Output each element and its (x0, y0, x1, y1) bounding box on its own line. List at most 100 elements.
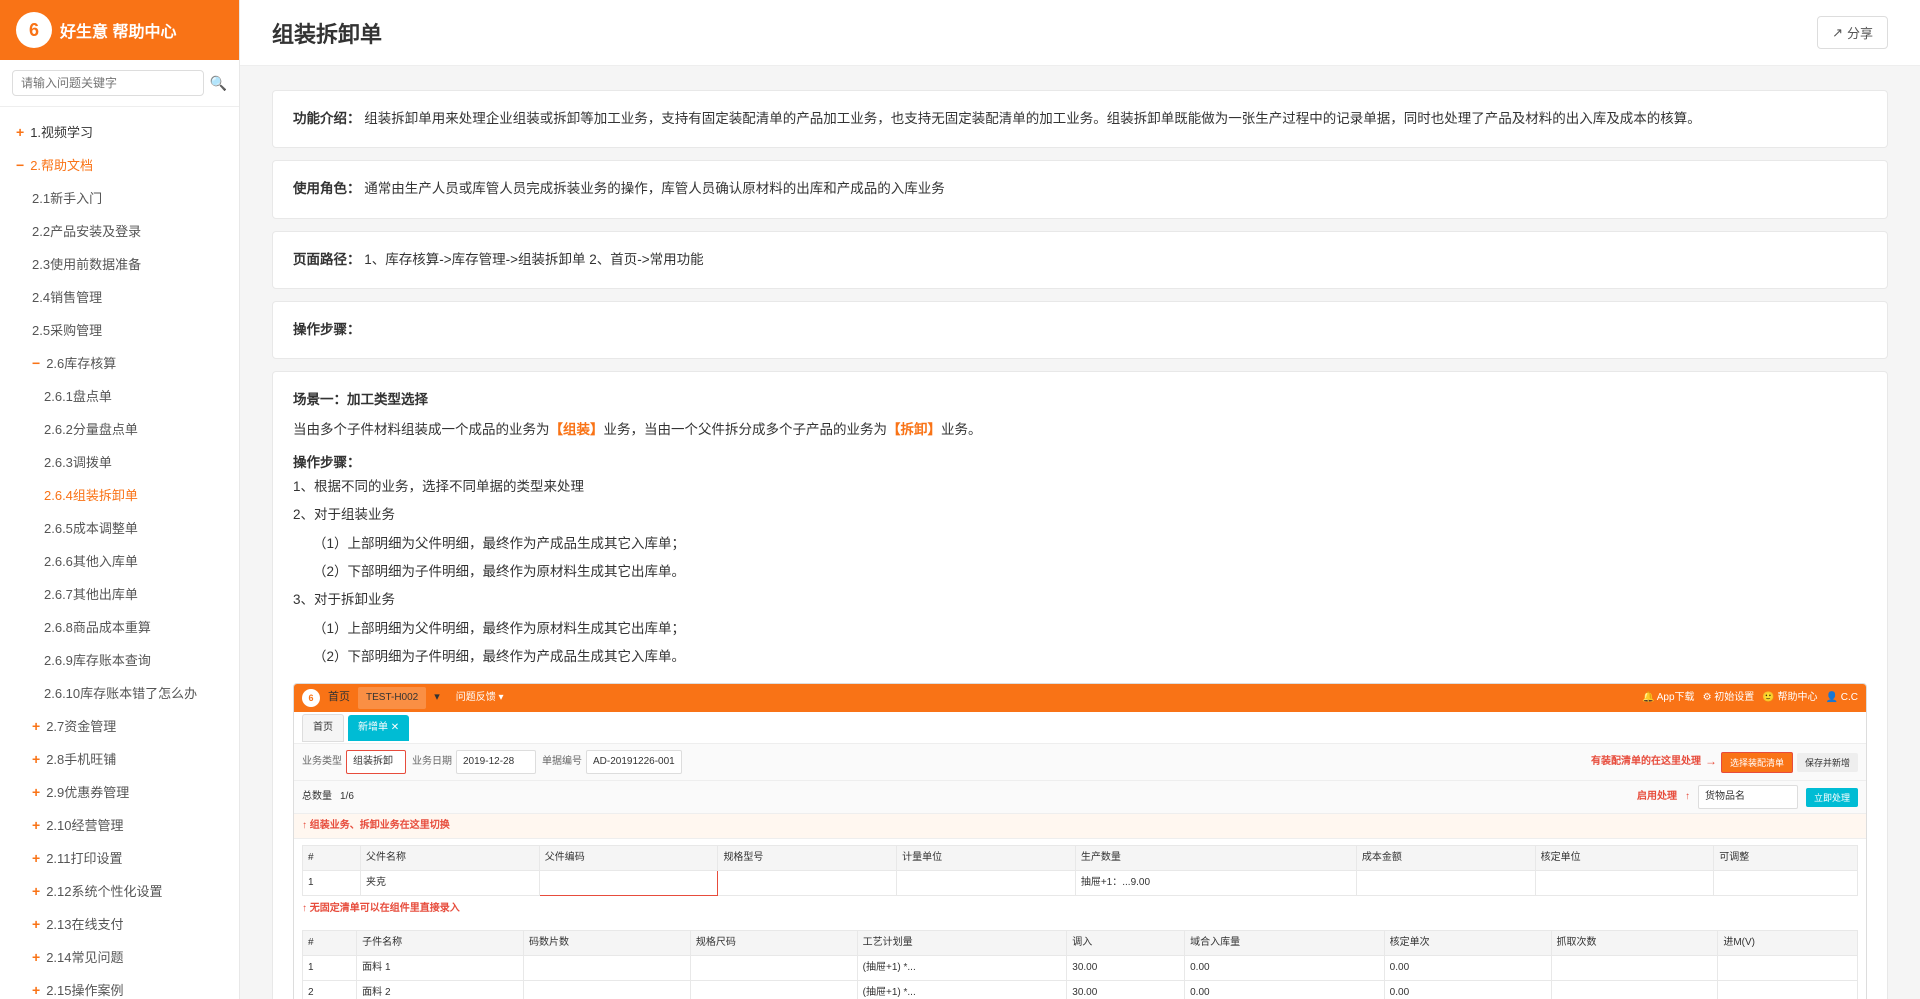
share-icon: ↗ (1832, 25, 1843, 41)
expand-icon: + (32, 718, 40, 734)
func-intro-label: 功能介绍： (293, 111, 361, 126)
nav-label: 2.6.1盘点单 (44, 386, 112, 405)
path-text: 页面路径： 1、库存核算->库存管理->组装拆卸单 2、首页->常用功能 (293, 248, 1867, 272)
mock-parent-table-section: # 父件名称 父件编码 规格型号 计量单位 生产数量 成本金额 核定单位 可调整 (294, 839, 1866, 924)
sidebar-item-inventory[interactable]: − 2.6库存核算 (0, 346, 239, 379)
sidebar-item-purchase[interactable]: 2.5采购管理 (0, 313, 239, 346)
sidebar-item-transfer[interactable]: 2.6.3调拨单 (0, 445, 239, 478)
mock-toolbar: 业务类型 组装拆卸 业务日期 2019-12-28 单据编号 AD-201912… (294, 744, 1866, 781)
sidebar-item-install[interactable]: 2.2产品安装及登录 (0, 214, 239, 247)
mock-parent-row-1: 1 夹克 抽屉+1：...9.00 (303, 871, 1858, 896)
main-content: 组装拆卸单 ↗ 分享 功能介绍： 组装拆卸单用来处理企业组装或拆卸等加工业务，支… (240, 0, 1920, 999)
mock-number-label: 单据编号 (542, 753, 582, 771)
th-parent-name: 父件名称 (361, 846, 540, 871)
sidebar-item-print[interactable]: + 2.11打印设置 (0, 841, 239, 874)
mock-tab-new[interactable]: 新增单 ✕ (348, 715, 409, 741)
mock-child-row-1: 1 面料 1 (抽屉+1) *... 30.00 0.00 0.00 (303, 956, 1858, 981)
mock-date-label: 业务日期 (412, 753, 452, 771)
expand-icon: + (32, 817, 40, 833)
mock-search-input[interactable]: 货物品名 (1698, 785, 1798, 809)
step2-1: （1）上部明细为父件明细，最终作为产成品生成其它入库单； (293, 532, 1867, 556)
share-button[interactable]: ↗ 分享 (1817, 16, 1888, 49)
annotation2-text: 启用处理 (1637, 788, 1677, 806)
sidebar-item-personalize[interactable]: + 2.12系统个性化设置 (0, 874, 239, 907)
mock-count-val: 1/6 (340, 788, 354, 806)
path-label: 页面路径： (293, 252, 361, 267)
th-qty: 生产数量 (1075, 846, 1356, 871)
mock-field-number: 单据编号 AD-20191226-001 (542, 750, 682, 774)
th-cost: 成本金额 (1356, 846, 1535, 871)
step3-1: （1）上部明细为父件明细，最终作为原材料生成其它出库单； (293, 617, 1867, 641)
topbar: 组装拆卸单 ↗ 分享 (240, 0, 1920, 66)
th-num: # (303, 846, 361, 871)
mock-tabs-bar: 首页 新增单 ✕ (294, 712, 1866, 744)
sidebar-item-sales[interactable]: 2.4销售管理 (0, 280, 239, 313)
func-intro-text: 功能介绍： 组装拆卸单用来处理企业组装或拆卸等加工业务，支持有固定装配清单的产品… (293, 107, 1867, 131)
sidebar-item-cost-adj[interactable]: 2.6.5成本调整单 (0, 511, 239, 544)
mock-parent-table-header: # 父件名称 父件编码 规格型号 计量单位 生产数量 成本金额 核定单位 可调整 (303, 846, 1858, 871)
th-unit-cost: 核定单位 (1535, 846, 1714, 871)
nav-label: 2.12系统个性化设置 (46, 881, 162, 900)
sidebar-item-faq[interactable]: + 2.14常见问题 (0, 940, 239, 973)
mock-count: 总数量 (302, 788, 332, 806)
sidebar-item-data-prep[interactable]: 2.3使用前数据准备 (0, 247, 239, 280)
annotation2-arrow: ↑ (1685, 788, 1690, 806)
sidebar-item-assembly[interactable]: 2.6.4组装拆卸单 (0, 478, 239, 511)
mock-type-label: 业务类型 (302, 753, 342, 771)
scene1-card: 场景一：加工类型选择 当由多个子件材料组装成一个成品的业务为【组装】业务，当由一… (272, 371, 1888, 999)
mock-logo-icon: 6 (302, 689, 320, 707)
nav-label: 2.6.2分量盘点单 (44, 419, 138, 438)
sidebar-item-mobile[interactable]: + 2.8手机旺铺 (0, 742, 239, 775)
sidebar-item-online-pay[interactable]: + 2.13在线支付 (0, 907, 239, 940)
nav-label: 2.6.6其他入库单 (44, 551, 138, 570)
sidebar-item-other-in[interactable]: 2.6.6其他入库单 (0, 544, 239, 577)
search-input[interactable] (12, 70, 204, 96)
sidebar-item-mgmt[interactable]: + 2.10经营管理 (0, 808, 239, 841)
sidebar-item-help-docs[interactable]: − 2.帮助文档 (0, 148, 239, 181)
mock-child-row-2: 2 面料 2 (抽屉+1) *... 30.00 0.00 0.00 (303, 981, 1858, 999)
nav-label: 2.14常见问题 (46, 947, 123, 966)
mock-date-input[interactable]: 2019-12-28 (456, 750, 536, 774)
nav-label: 2.4销售管理 (32, 287, 102, 306)
annotation1-text: 有装配清单的在这里处理 (1591, 753, 1701, 771)
role-content: 通常由生产人员或库管人员完成拆装业务的操作，库管人员确认原材料的出库和产成品的入… (364, 181, 945, 196)
step2-2: （2）下部明细为子件明细，最终作为原材料生成其它出库单。 (293, 560, 1867, 584)
sidebar-item-partial-stocktake[interactable]: 2.6.2分量盘点单 (0, 412, 239, 445)
role-label: 使用角色： (293, 181, 361, 196)
nav-label: 2.13在线支付 (46, 914, 123, 933)
expand-icon: + (32, 751, 40, 767)
sidebar-item-finance[interactable]: + 2.7资金管理 (0, 709, 239, 742)
mock-save-btn[interactable]: 保存并新增 (1797, 753, 1858, 772)
mock-select-btn[interactable]: 选择装配清单 (1721, 752, 1793, 773)
sidebar-item-cases[interactable]: + 2.15操作案例 (0, 973, 239, 999)
nav-label: 2.6.4组装拆卸单 (44, 485, 138, 504)
search-button[interactable]: 🔍 (210, 75, 227, 92)
th-parent-code: 父件编码 (539, 846, 718, 871)
collapse-icon: − (32, 355, 40, 371)
sidebar-item-coupon[interactable]: + 2.9优惠券管理 (0, 775, 239, 808)
path-card: 页面路径： 1、库存核算->库存管理->组装拆卸单 2、首页->常用功能 (272, 231, 1888, 289)
nav-label: 2.6.10库存账本错了怎么办 (44, 683, 197, 702)
nav-label: 2.11打印设置 (46, 848, 122, 867)
sidebar-item-cost-recalc[interactable]: 2.6.8商品成本重算 (0, 610, 239, 643)
mock-company: TEST-H002 (358, 687, 426, 709)
sidebar-item-ledger-fix[interactable]: 2.6.10库存账本错了怎么办 (0, 676, 239, 709)
screenshot-container: 6 首页 TEST-H002 ▾ 问题反馈 ▾ 🔔 App下载 ⚙ 初始设置 🙂… (293, 683, 1867, 999)
role-card: 使用角色： 通常由生产人员或库管人员完成拆装业务的操作，库管人员确认原材料的出库… (272, 160, 1888, 218)
search-box: 🔍 (0, 60, 239, 107)
mock-type-input[interactable]: 组装拆卸 (346, 750, 406, 774)
sidebar-item-newbie[interactable]: 2.1新手入门 (0, 181, 239, 214)
nav-label: 2.3使用前数据准备 (32, 254, 141, 273)
sidebar-item-video[interactable]: + 1.视频学习 (0, 115, 239, 148)
annotation3-row: ↑ 组装业务、拆卸业务在这里切换 (294, 814, 1866, 839)
annotation4-text: ↑ 无固定清单可以在组件里直接录入 (302, 900, 1858, 918)
content-area: 功能介绍： 组装拆卸单用来处理企业组装或拆卸等加工业务，支持有固定装配清单的产品… (240, 66, 1920, 999)
mock-tab-home[interactable]: 首页 (302, 714, 344, 742)
sidebar-item-stock-ledger[interactable]: 2.6.9库存账本查询 (0, 643, 239, 676)
mock-number-input[interactable]: AD-20191226-001 (586, 750, 682, 774)
sidebar-item-stocktake[interactable]: 2.6.1盘点单 (0, 379, 239, 412)
sidebar-item-other-out[interactable]: 2.6.7其他出库单 (0, 577, 239, 610)
expand-icon: + (16, 124, 24, 140)
mock-topbar-right: 🔔 App下载 ⚙ 初始设置 🙂 帮助中心 👤 C.C (1642, 689, 1858, 707)
mock-confirm-btn[interactable]: 立即处理 (1806, 788, 1858, 807)
